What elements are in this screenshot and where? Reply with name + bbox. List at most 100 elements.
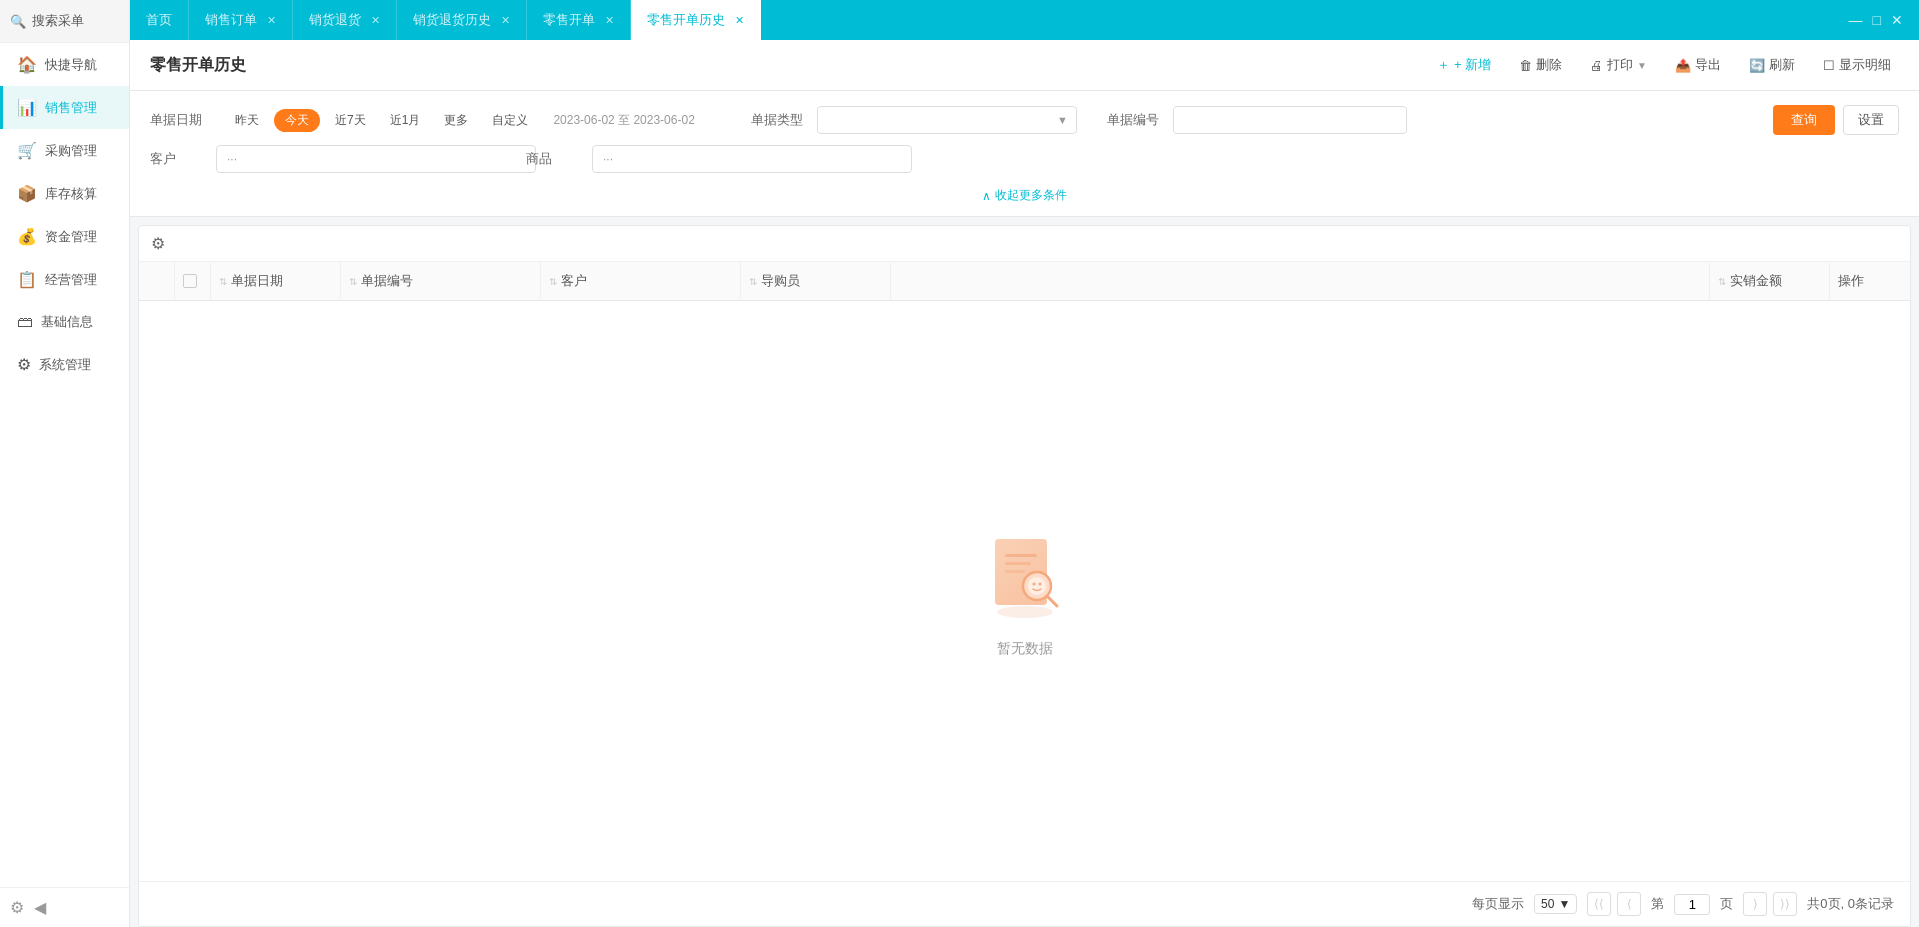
window-close-icon[interactable]: ✕ bbox=[1891, 12, 1903, 28]
tab-sales-order-label: 销售订单 bbox=[205, 11, 257, 29]
tab-retail-open[interactable]: 零售开单 ✕ bbox=[527, 0, 631, 40]
settings-button[interactable]: 设置 bbox=[1843, 105, 1899, 135]
refresh-button[interactable]: 🔄 刷新 bbox=[1741, 52, 1803, 78]
svg-rect-4 bbox=[1005, 562, 1031, 565]
order-no-filter: 单据编号 bbox=[1107, 106, 1407, 134]
th-extra bbox=[891, 262, 1710, 300]
tab-sales-order[interactable]: 销售订单 ✕ bbox=[189, 0, 293, 40]
settings-footer-icon[interactable]: ⚙ bbox=[10, 898, 24, 917]
cart-icon: 🛒 bbox=[17, 141, 37, 160]
th-settings bbox=[139, 262, 175, 300]
print-icon: 🖨 bbox=[1590, 58, 1603, 73]
tab-sales-return-close[interactable]: ✕ bbox=[371, 14, 380, 27]
first-page-btn[interactable]: ⟨⟨ bbox=[1587, 892, 1611, 916]
tab-sales-return-history-close[interactable]: ✕ bbox=[501, 14, 510, 27]
display-label: 显示明细 bbox=[1839, 56, 1891, 74]
svg-point-9 bbox=[1032, 583, 1035, 586]
date-btn-today[interactable]: 今天 bbox=[274, 109, 320, 132]
date-btn-7days[interactable]: 近7天 bbox=[326, 109, 375, 132]
svg-rect-3 bbox=[1005, 554, 1037, 557]
collapse-label: 收起更多条件 bbox=[995, 187, 1067, 204]
tab-home-label: 首页 bbox=[146, 11, 172, 29]
select-all-checkbox[interactable] bbox=[183, 274, 197, 288]
customer-input[interactable]: ··· bbox=[216, 145, 536, 173]
tab-sales-return[interactable]: 销货退货 ✕ bbox=[293, 0, 397, 40]
tab-bar-right: — □ ✕ bbox=[1849, 12, 1919, 28]
sidebar-item-sales-mgmt[interactable]: 📊 销售管理 bbox=[0, 86, 129, 129]
per-page-dropdown-icon: ▼ bbox=[1558, 897, 1570, 911]
sort-orderno-icon[interactable]: ⇅ bbox=[349, 276, 357, 287]
delete-button[interactable]: 🗑 删除 bbox=[1511, 52, 1570, 78]
tab-sales-return-history[interactable]: 销货退货历史 ✕ bbox=[397, 0, 527, 40]
tab-sales-order-close[interactable]: ✕ bbox=[267, 14, 276, 27]
trash-icon: 🗑 bbox=[1519, 58, 1532, 73]
th-guide: ⇅ 导购员 bbox=[741, 262, 891, 300]
tab-retail-open-history[interactable]: 零售开单历史 ✕ bbox=[631, 0, 761, 40]
sidebar-item-finance[interactable]: 💰 资金管理 bbox=[0, 215, 129, 258]
svg-point-0 bbox=[997, 606, 1053, 618]
sidebar-item-basic-info[interactable]: 🗃 基础信息 bbox=[0, 301, 129, 343]
display-toggle[interactable]: ☐ 显示明细 bbox=[1815, 52, 1899, 78]
order-type-select[interactable]: ▼ bbox=[817, 106, 1077, 134]
sort-guide-icon[interactable]: ⇅ bbox=[749, 276, 757, 287]
th-date-label: 单据日期 bbox=[231, 272, 283, 290]
per-page-select[interactable]: 50 ▼ bbox=[1534, 894, 1577, 914]
sort-date-icon[interactable]: ⇅ bbox=[219, 276, 227, 287]
filter-collapse-btn[interactable]: ∧ 收起更多条件 bbox=[150, 183, 1899, 208]
window-maximize-icon[interactable]: □ bbox=[1873, 12, 1881, 28]
table-settings-icon[interactable]: ⚙ bbox=[151, 234, 165, 253]
sidebar-item-purchase-mgmt[interactable]: 🛒 采购管理 bbox=[0, 129, 129, 172]
svg-point-7 bbox=[1028, 577, 1046, 595]
sidebar-search-label: 搜索采单 bbox=[32, 12, 84, 30]
tab-retail-open-history-close[interactable]: ✕ bbox=[735, 14, 744, 27]
select-down-arrow: ▼ bbox=[1057, 114, 1068, 126]
tab-retail-open-close[interactable]: ✕ bbox=[605, 14, 614, 27]
print-button[interactable]: 🖨 打印 ▼ bbox=[1582, 52, 1655, 78]
empty-state: 暂无数据 bbox=[139, 301, 1910, 881]
date-btn-yesterday[interactable]: 昨天 bbox=[226, 109, 268, 132]
page-number-input[interactable] bbox=[1674, 894, 1710, 915]
sidebar-item-label: 经营管理 bbox=[45, 271, 97, 289]
table-toolbar: ⚙ bbox=[139, 226, 1910, 262]
sidebar-item-inventory[interactable]: 📦 库存核算 bbox=[0, 172, 129, 215]
collapse-sidebar-icon[interactable]: ◀ bbox=[34, 898, 46, 917]
last-page-btn[interactable]: ⟩⟩ bbox=[1773, 892, 1797, 916]
sidebar-footer: ⚙ ◀ bbox=[0, 887, 129, 927]
export-icon: 📤 bbox=[1675, 58, 1691, 73]
date-range-display: 2023-06-02 至 2023-06-02 bbox=[553, 112, 694, 129]
page-title: 零售开单历史 bbox=[150, 55, 246, 76]
prev-page-btn[interactable]: ⟨ bbox=[1617, 892, 1641, 916]
page-content: 零售开单历史 ＋ + 新增 🗑 删除 🖨 打印 ▼ 📤 导出 bbox=[130, 40, 1919, 927]
collapse-up-icon: ∧ bbox=[982, 189, 991, 203]
sort-amount-icon[interactable]: ⇅ bbox=[1718, 276, 1726, 287]
export-button[interactable]: 📤 导出 bbox=[1667, 52, 1729, 78]
add-button[interactable]: ＋ + 新增 bbox=[1429, 52, 1499, 78]
goods-filter: 商品 ··· bbox=[526, 145, 846, 173]
order-no-input[interactable] bbox=[1173, 106, 1407, 134]
window-minimize-icon[interactable]: — bbox=[1849, 12, 1863, 28]
database-icon: 🗃 bbox=[17, 313, 33, 331]
svg-rect-5 bbox=[1005, 570, 1025, 573]
checkbox-icon: ☐ bbox=[1823, 58, 1835, 73]
sort-customer-icon[interactable]: ⇅ bbox=[549, 276, 557, 287]
total-info: 共0页, 0条记录 bbox=[1807, 895, 1894, 913]
tab-home[interactable]: 首页 bbox=[130, 0, 189, 40]
th-guide-label: 导购员 bbox=[761, 272, 800, 290]
customer-more-icon: ··· bbox=[227, 152, 237, 166]
sidebar-item-system[interactable]: ⚙ 系统管理 bbox=[0, 343, 129, 386]
sidebar-item-operations[interactable]: 📋 经营管理 bbox=[0, 258, 129, 301]
sidebar-item-label: 库存核算 bbox=[45, 185, 97, 203]
goods-input[interactable]: ··· bbox=[592, 145, 912, 173]
th-checkbox bbox=[175, 262, 211, 300]
print-label: 打印 bbox=[1607, 56, 1633, 74]
date-btn-1month[interactable]: 近1月 bbox=[381, 109, 430, 132]
sidebar-item-label: 系统管理 bbox=[39, 356, 91, 374]
date-btn-more[interactable]: 更多 bbox=[435, 109, 477, 132]
date-btn-custom[interactable]: 自定义 bbox=[483, 109, 537, 132]
sidebar-item-quick-nav[interactable]: 🏠 快捷导航 bbox=[0, 43, 129, 86]
tab-retail-open-history-label: 零售开单历史 bbox=[647, 11, 725, 29]
query-button[interactable]: 查询 bbox=[1773, 105, 1835, 135]
next-page-btn[interactable]: ⟩ bbox=[1743, 892, 1767, 916]
sidebar-search[interactable]: 🔍 搜索采单 bbox=[0, 0, 129, 43]
date-filter-label: 单据日期 bbox=[150, 111, 210, 129]
